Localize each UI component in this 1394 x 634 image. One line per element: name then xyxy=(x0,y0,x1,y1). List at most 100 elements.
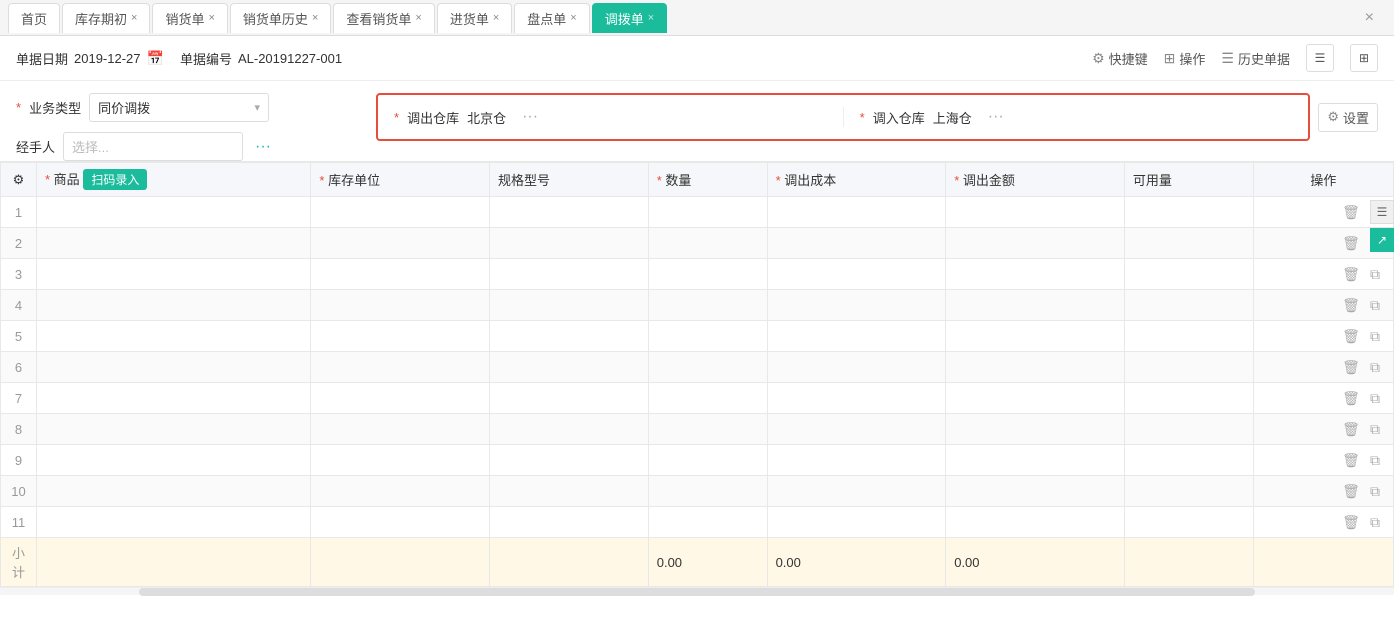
operations-button[interactable]: ⊞ 操作 xyxy=(1164,49,1206,68)
cost-cell[interactable] xyxy=(767,476,946,507)
amount-cell[interactable] xyxy=(946,414,1125,445)
spec-cell[interactable] xyxy=(490,445,649,476)
col-gear[interactable]: ⚙ xyxy=(1,163,37,197)
qty-cell[interactable] xyxy=(648,445,767,476)
available-cell[interactable] xyxy=(1124,414,1253,445)
qty-cell[interactable] xyxy=(648,414,767,445)
available-cell[interactable] xyxy=(1124,259,1253,290)
product-cell[interactable] xyxy=(37,352,311,383)
spec-cell[interactable] xyxy=(490,383,649,414)
spec-cell[interactable] xyxy=(490,197,649,228)
layout-list-button[interactable]: ☰ xyxy=(1306,44,1334,72)
cost-cell[interactable] xyxy=(767,414,946,445)
calendar-icon[interactable]: 📅 xyxy=(147,50,164,67)
right-export-button[interactable]: ↗ xyxy=(1370,228,1394,252)
tab-stocktake[interactable]: 盘点单 × xyxy=(514,3,589,33)
qty-cell[interactable] xyxy=(648,476,767,507)
qty-cell[interactable] xyxy=(648,352,767,383)
amount-cell[interactable] xyxy=(946,445,1125,476)
tab-inventory-init-close[interactable]: × xyxy=(131,12,137,24)
spec-cell[interactable] xyxy=(490,507,649,538)
spec-cell[interactable] xyxy=(490,259,649,290)
scan-entry-button[interactable]: 扫码录入 xyxy=(83,169,147,190)
history-button[interactable]: ☰ 历史单据 xyxy=(1221,49,1290,68)
unit-cell[interactable] xyxy=(311,197,490,228)
shortcuts-button[interactable]: ⚙ 快捷键 xyxy=(1092,49,1148,68)
available-cell[interactable] xyxy=(1124,228,1253,259)
tab-view-sales-close[interactable]: × xyxy=(415,12,421,24)
cost-cell[interactable] xyxy=(767,352,946,383)
layout-grid-button[interactable]: ⊞ xyxy=(1350,44,1378,72)
product-cell[interactable] xyxy=(37,197,311,228)
amount-cell[interactable] xyxy=(946,383,1125,414)
spec-cell[interactable] xyxy=(490,228,649,259)
product-cell[interactable] xyxy=(37,321,311,352)
delete-row-icon[interactable]: 🗑 xyxy=(1341,233,1361,253)
available-cell[interactable] xyxy=(1124,476,1253,507)
spec-cell[interactable] xyxy=(490,352,649,383)
qty-cell[interactable] xyxy=(648,259,767,290)
delete-row-icon[interactable]: 🗑 xyxy=(1341,512,1361,532)
copy-row-icon[interactable]: ⧉ xyxy=(1365,450,1385,470)
cost-cell[interactable] xyxy=(767,228,946,259)
qty-cell[interactable] xyxy=(648,228,767,259)
unit-cell[interactable] xyxy=(311,476,490,507)
horizontal-scrollbar[interactable] xyxy=(0,587,1394,595)
right-list-button[interactable]: ☰ xyxy=(1370,200,1394,224)
available-cell[interactable] xyxy=(1124,507,1253,538)
unit-cell[interactable] xyxy=(311,507,490,538)
handler-select[interactable]: 选择... xyxy=(63,132,243,161)
available-cell[interactable] xyxy=(1124,352,1253,383)
product-cell[interactable] xyxy=(37,290,311,321)
delete-row-icon[interactable]: 🗑 xyxy=(1341,388,1361,408)
delete-row-icon[interactable]: 🗑 xyxy=(1341,202,1361,222)
amount-cell[interactable] xyxy=(946,507,1125,538)
unit-cell[interactable] xyxy=(311,228,490,259)
unit-cell[interactable] xyxy=(311,414,490,445)
amount-cell[interactable] xyxy=(946,290,1125,321)
copy-row-icon[interactable]: ⧉ xyxy=(1365,512,1385,532)
cost-cell[interactable] xyxy=(767,507,946,538)
delete-row-icon[interactable]: 🗑 xyxy=(1341,357,1361,377)
copy-row-icon[interactable]: ⧉ xyxy=(1365,357,1385,377)
delete-row-icon[interactable]: 🗑 xyxy=(1341,481,1361,501)
unit-cell[interactable] xyxy=(311,290,490,321)
qty-cell[interactable] xyxy=(648,321,767,352)
tab-stocktake-close[interactable]: × xyxy=(570,12,576,24)
copy-row-icon[interactable]: ⧉ xyxy=(1365,419,1385,439)
delete-row-icon[interactable]: 🗑 xyxy=(1341,326,1361,346)
qty-cell[interactable] xyxy=(648,383,767,414)
unit-cell[interactable] xyxy=(311,445,490,476)
qty-cell[interactable] xyxy=(648,507,767,538)
product-cell[interactable] xyxy=(37,445,311,476)
product-cell[interactable] xyxy=(37,476,311,507)
amount-cell[interactable] xyxy=(946,352,1125,383)
settings-button[interactable]: ⚙ 设置 xyxy=(1318,103,1378,132)
unit-cell[interactable] xyxy=(311,321,490,352)
unit-cell[interactable] xyxy=(311,383,490,414)
available-cell[interactable] xyxy=(1124,445,1253,476)
copy-row-icon[interactable]: ⧉ xyxy=(1365,388,1385,408)
tab-view-sales[interactable]: 查看销货单 × xyxy=(333,3,434,33)
available-cell[interactable] xyxy=(1124,383,1253,414)
copy-row-icon[interactable]: ⧉ xyxy=(1365,481,1385,501)
tab-inventory-init[interactable]: 库存期初 × xyxy=(62,3,150,33)
copy-row-icon[interactable]: ⧉ xyxy=(1365,326,1385,346)
product-cell[interactable] xyxy=(37,507,311,538)
delete-row-icon[interactable]: 🗑 xyxy=(1341,264,1361,284)
amount-cell[interactable] xyxy=(946,321,1125,352)
delete-row-icon[interactable]: 🗑 xyxy=(1341,419,1361,439)
unit-cell[interactable] xyxy=(311,352,490,383)
business-type-select[interactable]: 同价调拨 ▾ xyxy=(89,93,269,122)
cost-cell[interactable] xyxy=(767,321,946,352)
tab-purchase-order-close[interactable]: × xyxy=(493,12,499,24)
qty-cell[interactable] xyxy=(648,197,767,228)
spec-cell[interactable] xyxy=(490,290,649,321)
available-cell[interactable] xyxy=(1124,197,1253,228)
amount-cell[interactable] xyxy=(946,228,1125,259)
product-cell[interactable] xyxy=(37,383,311,414)
qty-cell[interactable] xyxy=(648,290,767,321)
handler-more-icon[interactable]: ··· xyxy=(255,138,271,156)
tab-sales-order[interactable]: 销货单 × xyxy=(152,3,227,33)
tab-transfer-close[interactable]: × xyxy=(648,12,654,24)
